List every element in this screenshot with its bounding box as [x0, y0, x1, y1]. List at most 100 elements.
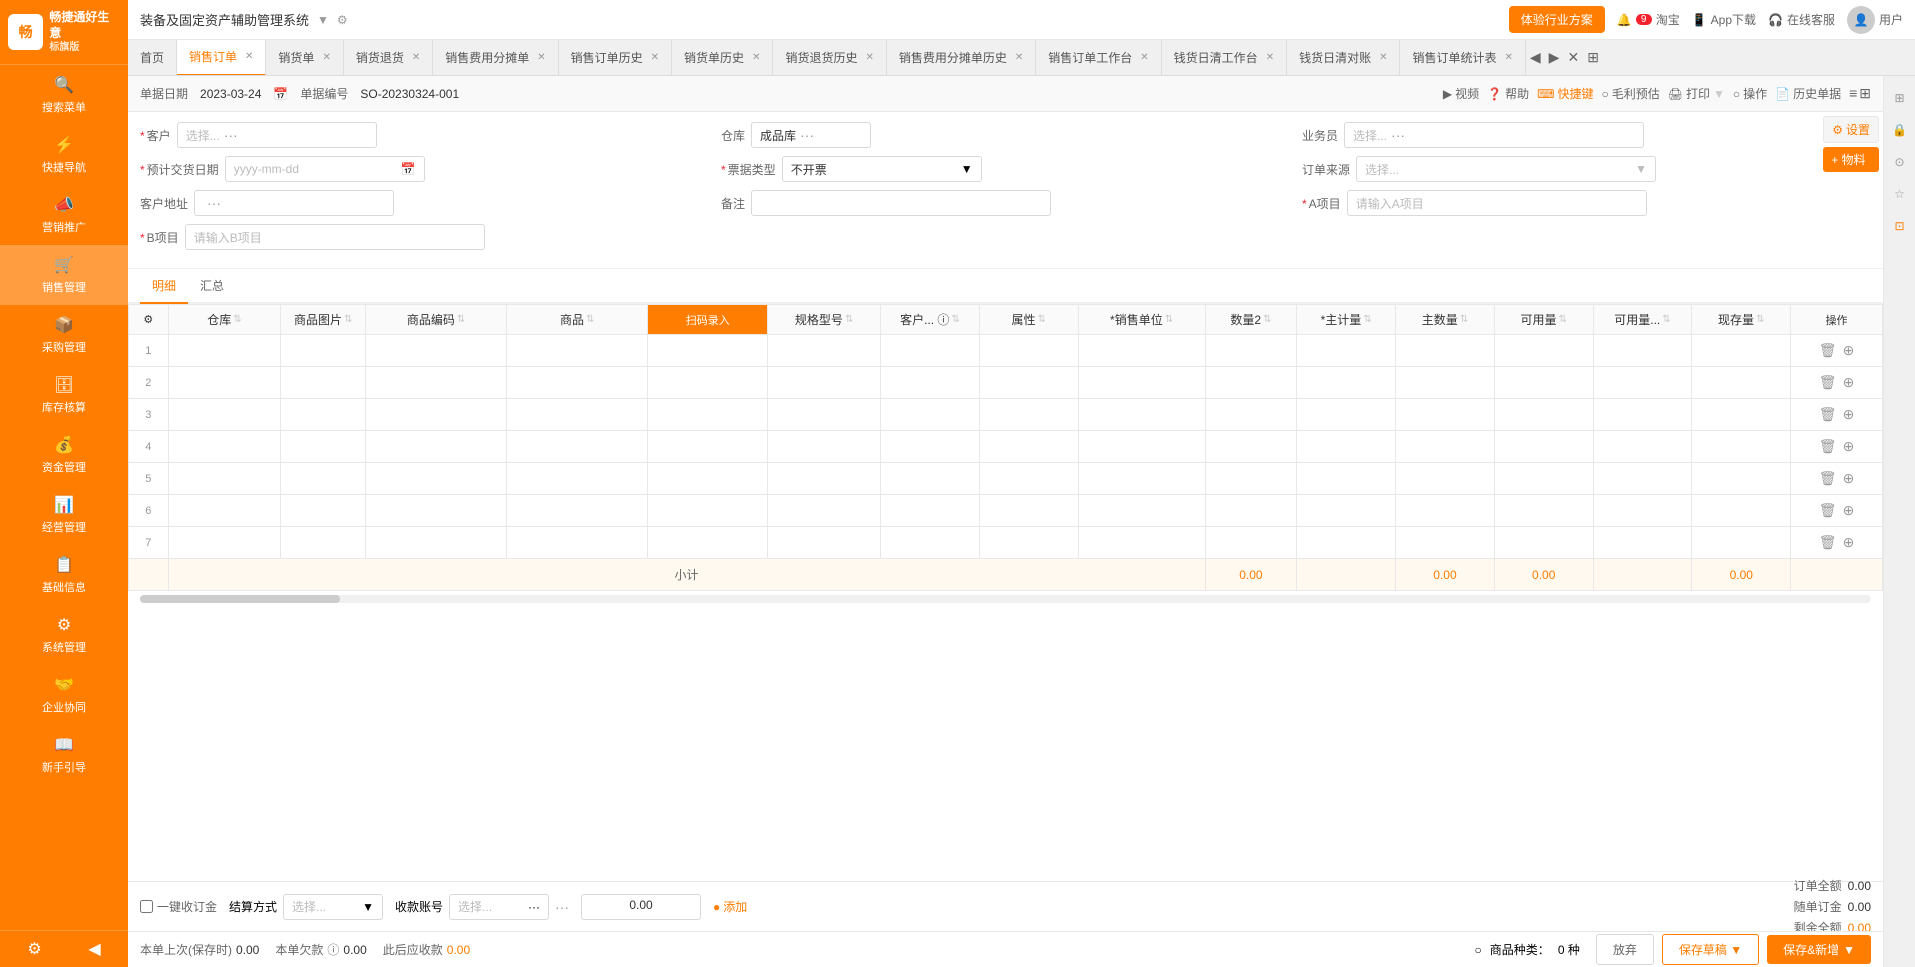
bank-dots2-icon[interactable]: ···	[555, 899, 569, 915]
row-1-code[interactable]	[366, 335, 507, 367]
row-5-main-qty[interactable]	[1396, 463, 1495, 495]
row-1-main-qty[interactable]	[1396, 335, 1495, 367]
row-7-avail2[interactable]	[1593, 527, 1692, 559]
row-4-code[interactable]	[366, 431, 507, 463]
row-7-scan[interactable]	[648, 527, 768, 559]
tab-prev-icon[interactable]: ◀	[1526, 49, 1545, 66]
copy-icon-7[interactable]: ⊕	[1843, 534, 1855, 551]
sidebar-item-purchase[interactable]: 📦 采购管理	[0, 305, 128, 365]
row-7-main-qty[interactable]	[1396, 527, 1495, 559]
row-4-stock[interactable]	[1692, 431, 1791, 463]
bank-account-select[interactable]: 选择... ···	[449, 894, 549, 920]
row-6-img[interactable]	[281, 495, 366, 527]
a-project-input[interactable]: 请输入A项目	[1347, 190, 1647, 216]
row-4-spec[interactable]	[768, 431, 881, 463]
row-3-qty2[interactable]	[1205, 399, 1297, 431]
row-4-scan[interactable]	[648, 431, 768, 463]
th-avail2[interactable]: 可用量...	[1593, 305, 1692, 335]
row-6-cust[interactable]	[881, 495, 980, 527]
row-3-stock[interactable]	[1692, 399, 1791, 431]
sidebar-item-finance[interactable]: 💰 资金管理	[0, 425, 128, 485]
row-3-avail[interactable]	[1494, 399, 1593, 431]
user-btn[interactable]: 👤 用户	[1847, 6, 1903, 34]
row-7-avail[interactable]	[1494, 527, 1593, 559]
row-2-scan[interactable]	[648, 367, 768, 399]
tab-close-icon5[interactable]: ✕	[651, 52, 659, 63]
delivery-input[interactable]: yyyy-mm-dd 📅	[225, 156, 425, 182]
tab-return[interactable]: 销货退货 ✕	[344, 40, 433, 76]
add-btn[interactable]: ● 添加	[713, 898, 747, 915]
row-4-main-qty[interactable]	[1396, 431, 1495, 463]
delete-icon-2[interactable]: 🗑	[1819, 374, 1837, 391]
row-5-main-unit[interactable]	[1297, 463, 1396, 495]
row-3-unit[interactable]	[1078, 399, 1205, 431]
sidebar-item-system[interactable]: ⚙ 系统管理	[0, 605, 128, 665]
row-4-avail2[interactable]	[1593, 431, 1692, 463]
tab-close-icon3[interactable]: ✕	[412, 52, 420, 63]
th-avail[interactable]: 可用量	[1494, 305, 1593, 335]
row-7-cust[interactable]	[881, 527, 980, 559]
tab-home[interactable]: 首页	[128, 40, 177, 76]
row-1-img[interactable]	[281, 335, 366, 367]
th-unit[interactable]: *销售单位	[1078, 305, 1205, 335]
row-7-attr[interactable]	[979, 527, 1078, 559]
sidebar-item-quicknav[interactable]: ⚡ 快捷导航	[0, 125, 128, 185]
row-5-avail2[interactable]	[1593, 463, 1692, 495]
scrollbar-thumb[interactable]	[140, 595, 340, 603]
row-5-avail[interactable]	[1494, 463, 1593, 495]
settings-bottom-icon[interactable]: ⚙	[27, 939, 41, 959]
print-btn[interactable]: 🖨 打印 ▼	[1668, 85, 1725, 102]
row-6-spec[interactable]	[768, 495, 881, 527]
warehouse-input[interactable]: 成品库 ···	[751, 122, 871, 148]
th-settings[interactable]: ⚙	[129, 305, 169, 335]
tab-sales-order[interactable]: 销售订单 ✕	[177, 40, 266, 76]
dropdown-icon[interactable]: ▼	[317, 13, 329, 27]
tab-expense-history[interactable]: 销售费用分摊单历史 ✕	[887, 40, 1036, 76]
delete-icon-4[interactable]: 🗑	[1819, 438, 1837, 455]
th-img[interactable]: 商品图片	[281, 305, 366, 335]
row-2-unit[interactable]	[1078, 367, 1205, 399]
row-2-avail2[interactable]	[1593, 367, 1692, 399]
tab-close-icon7[interactable]: ✕	[865, 52, 873, 63]
ops-btn[interactable]: ○ 操作	[1733, 85, 1767, 102]
row-3-scan[interactable]	[648, 399, 768, 431]
settings-icon[interactable]: ⚙	[337, 13, 348, 27]
row-2-warehouse[interactable]	[168, 367, 281, 399]
row-1-warehouse[interactable]	[168, 335, 281, 367]
rp-icon-2[interactable]: 🔒	[1886, 116, 1914, 144]
row-2-spec[interactable]	[768, 367, 881, 399]
row-6-attr[interactable]	[979, 495, 1078, 527]
row-4-unit[interactable]	[1078, 431, 1205, 463]
row-3-avail2[interactable]	[1593, 399, 1692, 431]
row-2-product[interactable]	[507, 367, 648, 399]
row-5-qty2[interactable]	[1205, 463, 1297, 495]
salesperson-dots-icon[interactable]: ···	[1391, 127, 1405, 143]
row-6-stock[interactable]	[1692, 495, 1791, 527]
tab-workbench[interactable]: 销售订单工作台 ✕	[1036, 40, 1161, 76]
tab-close-all-icon[interactable]: ✕	[1563, 49, 1583, 66]
grid-view-icon[interactable]: ⊞	[1859, 85, 1871, 102]
one-click-checkbox[interactable]	[140, 900, 153, 913]
tab-close-icon[interactable]: ✕	[245, 51, 253, 62]
row-6-avail2[interactable]	[1593, 495, 1692, 527]
row-5-scan[interactable]	[648, 463, 768, 495]
copy-icon-3[interactable]: ⊕	[1843, 406, 1855, 423]
delete-icon-7[interactable]: 🗑	[1819, 534, 1837, 551]
row-5-spec[interactable]	[768, 463, 881, 495]
tab-close-icon4[interactable]: ✕	[537, 52, 545, 63]
invoice-select[interactable]: 不开票 ▼	[782, 156, 982, 182]
th-warehouse[interactable]: 仓库	[168, 305, 281, 335]
row-7-unit[interactable]	[1078, 527, 1205, 559]
sidebar-item-collaboration[interactable]: 🤝 企业协同	[0, 665, 128, 725]
sidebar-item-basics[interactable]: 📋 基础信息	[0, 545, 128, 605]
save-draft-button[interactable]: 保存草稿 ▼	[1662, 934, 1759, 965]
sidebar-item-guide[interactable]: 📖 新手引导	[0, 725, 128, 785]
delivery-calendar-icon[interactable]: 📅	[401, 162, 416, 176]
row-6-unit[interactable]	[1078, 495, 1205, 527]
row-3-main-unit[interactable]	[1297, 399, 1396, 431]
amount-input[interactable]: 0.00	[581, 894, 701, 920]
discard-button[interactable]: 放弃	[1596, 934, 1654, 965]
row-4-qty2[interactable]	[1205, 431, 1297, 463]
tab-stats[interactable]: 销售订单统计表 ✕	[1400, 40, 1525, 76]
row-2-attr[interactable]	[979, 367, 1078, 399]
